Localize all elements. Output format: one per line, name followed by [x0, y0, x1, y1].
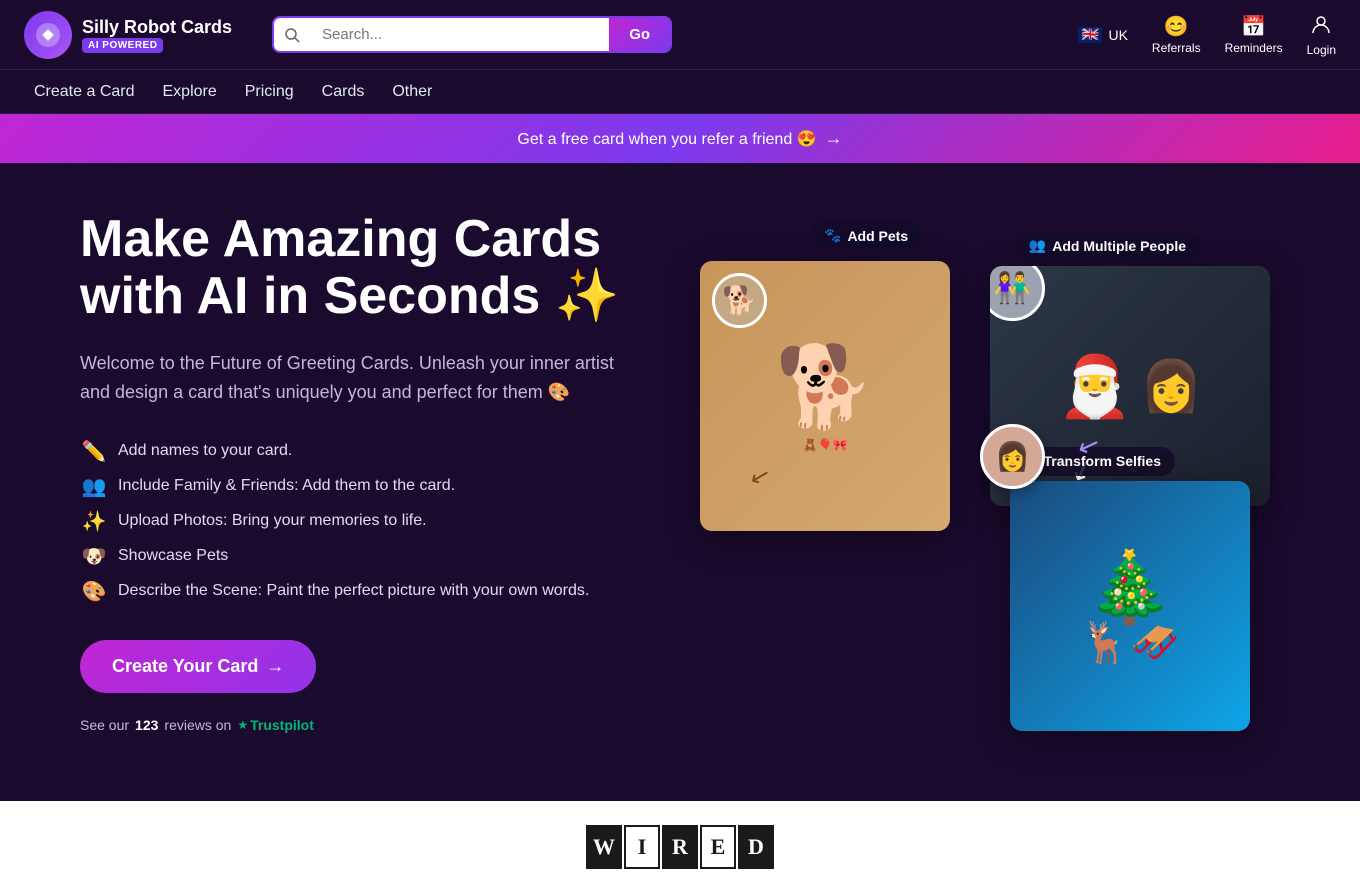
wired-letter-r: R	[662, 825, 698, 869]
logo-icon	[24, 11, 72, 59]
selfie-avatar: 👩	[980, 424, 1045, 489]
people-label-icon: 👥	[1029, 237, 1046, 254]
nav-explore[interactable]: Explore	[153, 79, 227, 105]
trustpilot-logo: ★ Trustpilot	[237, 717, 314, 733]
cta-label: Create Your Card	[112, 656, 258, 677]
feature-text-4: Showcase Pets	[118, 547, 228, 565]
sparkle-icon: ✨	[80, 509, 108, 534]
search-wrapper: Go	[272, 16, 672, 53]
region-selector[interactable]: 🇬🇧 UK	[1078, 27, 1127, 43]
palette-icon: 🎨	[80, 579, 108, 604]
family-icon: 👥	[80, 474, 108, 499]
selfie-card: 🎄 🦌🛷	[1010, 481, 1250, 731]
reminders-icon: 📅	[1241, 14, 1266, 39]
nav-links-bar: Create a Card Explore Pricing Cards Othe…	[0, 70, 1360, 114]
promo-banner[interactable]: Get a free card when you refer a friend …	[0, 114, 1360, 163]
reminders-button[interactable]: 📅 Reminders	[1225, 14, 1283, 55]
feature-item-3: ✨ Upload Photos: Bring your memories to …	[80, 509, 640, 534]
nav-other[interactable]: Other	[382, 79, 442, 105]
banner-text: Get a free card when you refer a friend …	[517, 129, 816, 149]
search-input[interactable]	[310, 18, 609, 51]
feature-list: ✏️ Add names to your card. 👥 Include Fam…	[80, 439, 640, 604]
hero-title: Make Amazing Cards with AI in Seconds ✨	[80, 211, 640, 325]
nav-right: 🇬🇧 UK 😊 Referrals 📅 Reminders Login	[1078, 13, 1336, 57]
reviews-suffix: reviews on	[164, 717, 231, 733]
brand-name: Silly Robot Cards	[82, 17, 232, 38]
feature-item-5: 🎨 Describe the Scene: Paint the perfect …	[80, 579, 640, 604]
wired-letter-i: I	[624, 825, 660, 869]
search-area: Go	[272, 16, 672, 53]
pets-label-text: Add Pets	[847, 228, 908, 244]
wired-letter-d: D	[738, 825, 774, 869]
hero-subtitle: Welcome to the Future of Greeting Cards.…	[80, 349, 640, 407]
logo-text-area: Silly Robot Cards AI POWERED	[82, 17, 232, 53]
search-icon	[274, 18, 310, 51]
cta-arrow-icon: →	[266, 656, 284, 677]
search-button[interactable]: Go	[609, 18, 670, 51]
login-label: Login	[1307, 43, 1336, 57]
feature-item-1: ✏️ Add names to your card.	[80, 439, 640, 464]
people-label-text: Add Multiple People	[1052, 238, 1186, 254]
pets-icon: 🐶	[80, 544, 108, 569]
trustpilot-prefix: See our	[80, 717, 129, 733]
top-navbar: Silly Robot Cards AI POWERED Go 🇬🇧	[0, 0, 1360, 114]
wired-letter-w: W	[586, 825, 622, 869]
feature-text-2: Include Family & Friends: Add them to th…	[118, 477, 455, 495]
banner-arrow-icon: →	[825, 128, 843, 149]
wired-logo: W I R E D	[586, 825, 774, 869]
pets-card: 🐕 🧸🎈🎀 🐕 ↙	[700, 261, 950, 531]
nav-pricing[interactable]: Pricing	[235, 79, 304, 105]
referrals-button[interactable]: 😊 Referrals	[1152, 14, 1201, 55]
feature-item-4: 🐶 Showcase Pets	[80, 544, 640, 569]
pencil-icon: ✏️	[80, 439, 108, 464]
feature-text-5: Describe the Scene: Paint the perfect pi…	[118, 582, 589, 600]
tp-star-icon: ★	[237, 718, 248, 732]
add-pets-label: 🐾 Add Pets	[810, 221, 922, 250]
hero-left: Make Amazing Cards with AI in Seconds ✨ …	[80, 211, 640, 733]
press-bar: W I R E D	[0, 801, 1360, 893]
reminders-label: Reminders	[1225, 41, 1283, 55]
wired-letter-e: E	[700, 825, 736, 869]
nav-create-card[interactable]: Create a Card	[24, 79, 145, 105]
pets-label-icon: 🐾	[824, 227, 841, 244]
logo[interactable]: Silly Robot Cards AI POWERED	[24, 11, 232, 59]
add-people-label: 👥 Add Multiple People	[1015, 231, 1200, 260]
feature-text-3: Upload Photos: Bring your memories to li…	[118, 512, 427, 530]
login-button[interactable]: Login	[1307, 13, 1336, 57]
reviews-count: 123	[135, 717, 158, 733]
create-card-button[interactable]: Create Your Card →	[80, 640, 316, 693]
feature-text-1: Add names to your card.	[118, 442, 292, 460]
hero-right: 🐾 Add Pets 🐕 🧸🎈🎀 🐕 ↙	[680, 211, 1280, 761]
collage-wrapper: 🐾 Add Pets 🐕 🧸🎈🎀 🐕 ↙	[680, 211, 1280, 761]
uk-flag-icon: 🇬🇧	[1078, 27, 1102, 43]
region-label: UK	[1108, 27, 1127, 43]
trustpilot-brand: Trustpilot	[250, 717, 314, 733]
hero-section: Make Amazing Cards with AI in Seconds ✨ …	[0, 163, 1360, 801]
referrals-label: Referrals	[1152, 41, 1201, 55]
trustpilot-row: See our 123 reviews on ★ Trustpilot	[80, 717, 640, 733]
nav-cards[interactable]: Cards	[312, 79, 375, 105]
feature-item-2: 👥 Include Family & Friends: Add them to …	[80, 474, 640, 499]
ai-badge: AI POWERED	[82, 38, 163, 53]
referrals-icon: 😊	[1164, 14, 1189, 39]
login-icon	[1310, 13, 1332, 41]
